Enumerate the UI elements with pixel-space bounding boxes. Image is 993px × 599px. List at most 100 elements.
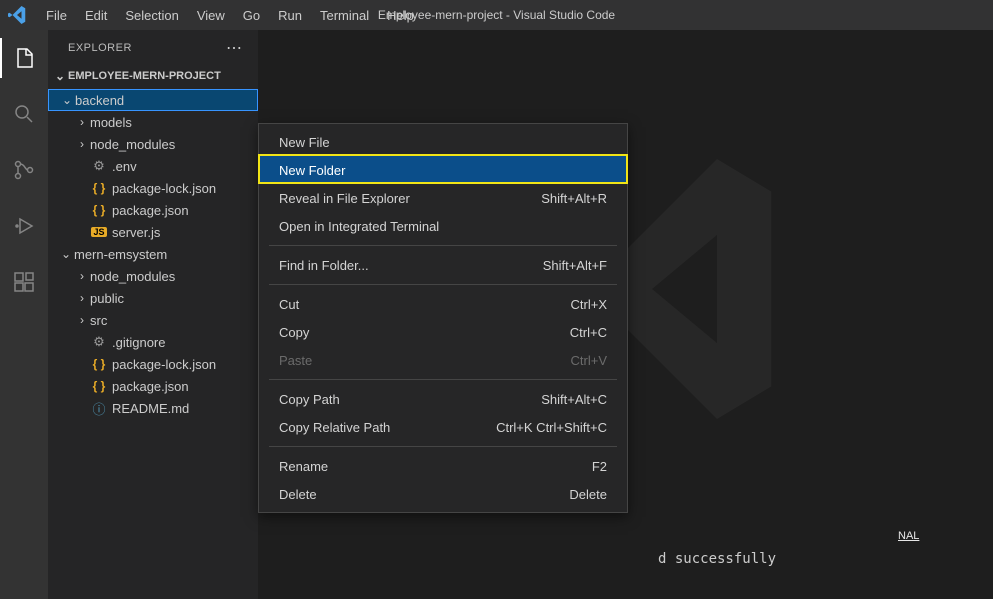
braces-icon: { } [90,181,108,195]
chevron-right-icon: › [74,313,90,327]
tree-folder[interactable]: ›public [48,287,258,309]
braces-icon: { } [90,379,108,393]
titlebar: File Edit Selection View Go Run Terminal… [0,0,993,30]
more-actions-icon[interactable]: ⋯ [226,38,244,58]
tree-file[interactable]: { }package-lock.json [48,353,258,375]
tree-item-label: README.md [112,401,189,416]
context-menu-separator [269,245,617,246]
file-tree: ⌄backend›models›node_modules⚙.env{ }pack… [48,87,258,599]
terminal-output: d successfully [658,551,776,567]
tree-item-label: src [90,313,107,328]
context-menu-shortcut: Delete [569,487,607,502]
context-menu-item[interactable]: Copy Relative Path Ctrl+K Ctrl+Shift+C [259,413,627,441]
context-menu-label: Copy [279,325,309,340]
tree-folder[interactable]: ›node_modules [48,133,258,155]
tree-item-label: package-lock.json [112,357,216,372]
context-menu-item[interactable]: New Folder [259,156,627,184]
explorer-header: EXPLORER ⋯ [48,30,258,65]
context-menu-shortcut: Shift+Alt+C [541,392,607,407]
context-menu: New File New Folder Reveal in File Explore… [258,123,628,513]
chevron-right-icon: › [74,291,90,305]
tree-file[interactable]: ⚙ .gitignore [48,331,258,353]
tree-file[interactable]: { } package.json [48,375,258,397]
context-menu-separator [269,284,617,285]
tree-folder[interactable]: ›src [48,309,258,331]
tree-file[interactable]: ⚙.env [48,155,258,177]
context-menu-shortcut: Ctrl+X [571,297,607,312]
workspace-section-header[interactable]: ⌄ EMPLOYEE-MERN-PROJECT [48,65,258,87]
tree-folder[interactable]: ⌄backend [48,89,258,111]
tree-item-label: package.json [112,379,189,394]
activity-bar [0,30,48,599]
tree-file[interactable]: JS server.js [48,221,258,243]
context-menu-label: Rename [279,459,328,474]
activity-search-icon[interactable] [0,94,48,134]
context-menu-label: Find in Folder... [279,258,369,273]
context-menu-shortcut: Ctrl+K Ctrl+Shift+C [496,420,607,435]
context-menu-label: New Folder [279,163,345,178]
context-menu-label: Open in Integrated Terminal [279,219,439,234]
tree-item-label: package.json [112,203,189,218]
context-menu-label: Delete [279,487,317,502]
context-menu-shortcut: Ctrl+V [571,353,607,368]
window-title: Employee-mern-project - Visual Studio Co… [378,8,615,22]
activity-debug-icon[interactable] [0,206,48,246]
tree-item-label: node_modules [90,137,175,152]
menu-selection[interactable]: Selection [117,4,186,27]
tree-item-label: server.js [112,225,160,240]
menu-go[interactable]: Go [235,4,268,27]
context-menu-label: Reveal in File Explorer [279,191,410,206]
context-menu-label: Copy Relative Path [279,420,390,435]
menu-terminal[interactable]: Terminal [312,4,377,27]
context-menu-item[interactable]: New File [259,128,627,156]
gear-icon: ⚙ [90,334,108,350]
context-menu-item[interactable]: Copy Ctrl+C [259,318,627,346]
tree-folder[interactable]: ›models [48,111,258,133]
context-menu-item[interactable]: Reveal in File Explorer Shift+Alt+R [259,184,627,212]
tree-item-label: public [90,291,124,306]
tree-file[interactable]: { } package-lock.json [48,177,258,199]
context-menu-separator [269,446,617,447]
tree-file[interactable]: { } package.json [48,199,258,221]
tree-item-label: .gitignore [112,335,165,350]
tree-folder[interactable]: ›node_modules [48,265,258,287]
vscode-logo-icon [8,6,26,24]
panel-tab-terminal[interactable]: NAL [898,530,919,542]
context-menu-item[interactable]: Open in Integrated Terminal [259,212,627,240]
tree-file[interactable]: ⓘREADME.md [48,397,258,419]
context-menu-label: Copy Path [279,392,340,407]
chevron-down-icon: ⌄ [58,247,74,261]
menu-edit[interactable]: Edit [77,4,115,27]
explorer-title: EXPLORER [68,42,132,54]
tree-item-label: models [90,115,132,130]
braces-icon: { } [90,203,108,217]
menu-run[interactable]: Run [270,4,310,27]
context-menu-shortcut: Ctrl+C [570,325,607,340]
tree-item-label: mern-emsystem [74,247,167,262]
tree-item-label: .env [112,159,137,174]
context-menu-shortcut: F2 [592,459,607,474]
app-menu: File Edit Selection View Go Run Terminal… [34,4,422,27]
chevron-right-icon: › [74,137,90,151]
context-menu-item[interactable]: Delete Delete [259,480,627,508]
context-menu-item[interactable]: Copy Path Shift+Alt+C [259,385,627,413]
activity-extensions-icon[interactable] [0,262,48,302]
activity-scm-icon[interactable] [0,150,48,190]
tree-folder[interactable]: ⌄mern-emsystem [48,243,258,265]
context-menu-item[interactable]: Find in Folder... Shift+Alt+F [259,251,627,279]
chevron-right-icon: › [74,115,90,129]
activity-explorer-icon[interactable] [0,38,48,78]
tree-item-label: package-lock.json [112,181,216,196]
menu-file[interactable]: File [38,4,75,27]
context-menu-label: Paste [279,353,312,368]
menu-view[interactable]: View [189,4,233,27]
js-icon: JS [90,227,108,237]
chevron-down-icon: ⌄ [59,93,75,107]
context-menu-item[interactable]: Rename F2 [259,452,627,480]
context-menu-item[interactable]: Cut Ctrl+X [259,290,627,318]
context-menu-shortcut: Shift+Alt+R [541,191,607,206]
workspace-name: EMPLOYEE-MERN-PROJECT [68,70,221,82]
context-menu-label: Cut [279,297,299,312]
context-menu-label: New File [279,135,330,150]
context-menu-shortcut: Shift+Alt+F [543,258,607,273]
